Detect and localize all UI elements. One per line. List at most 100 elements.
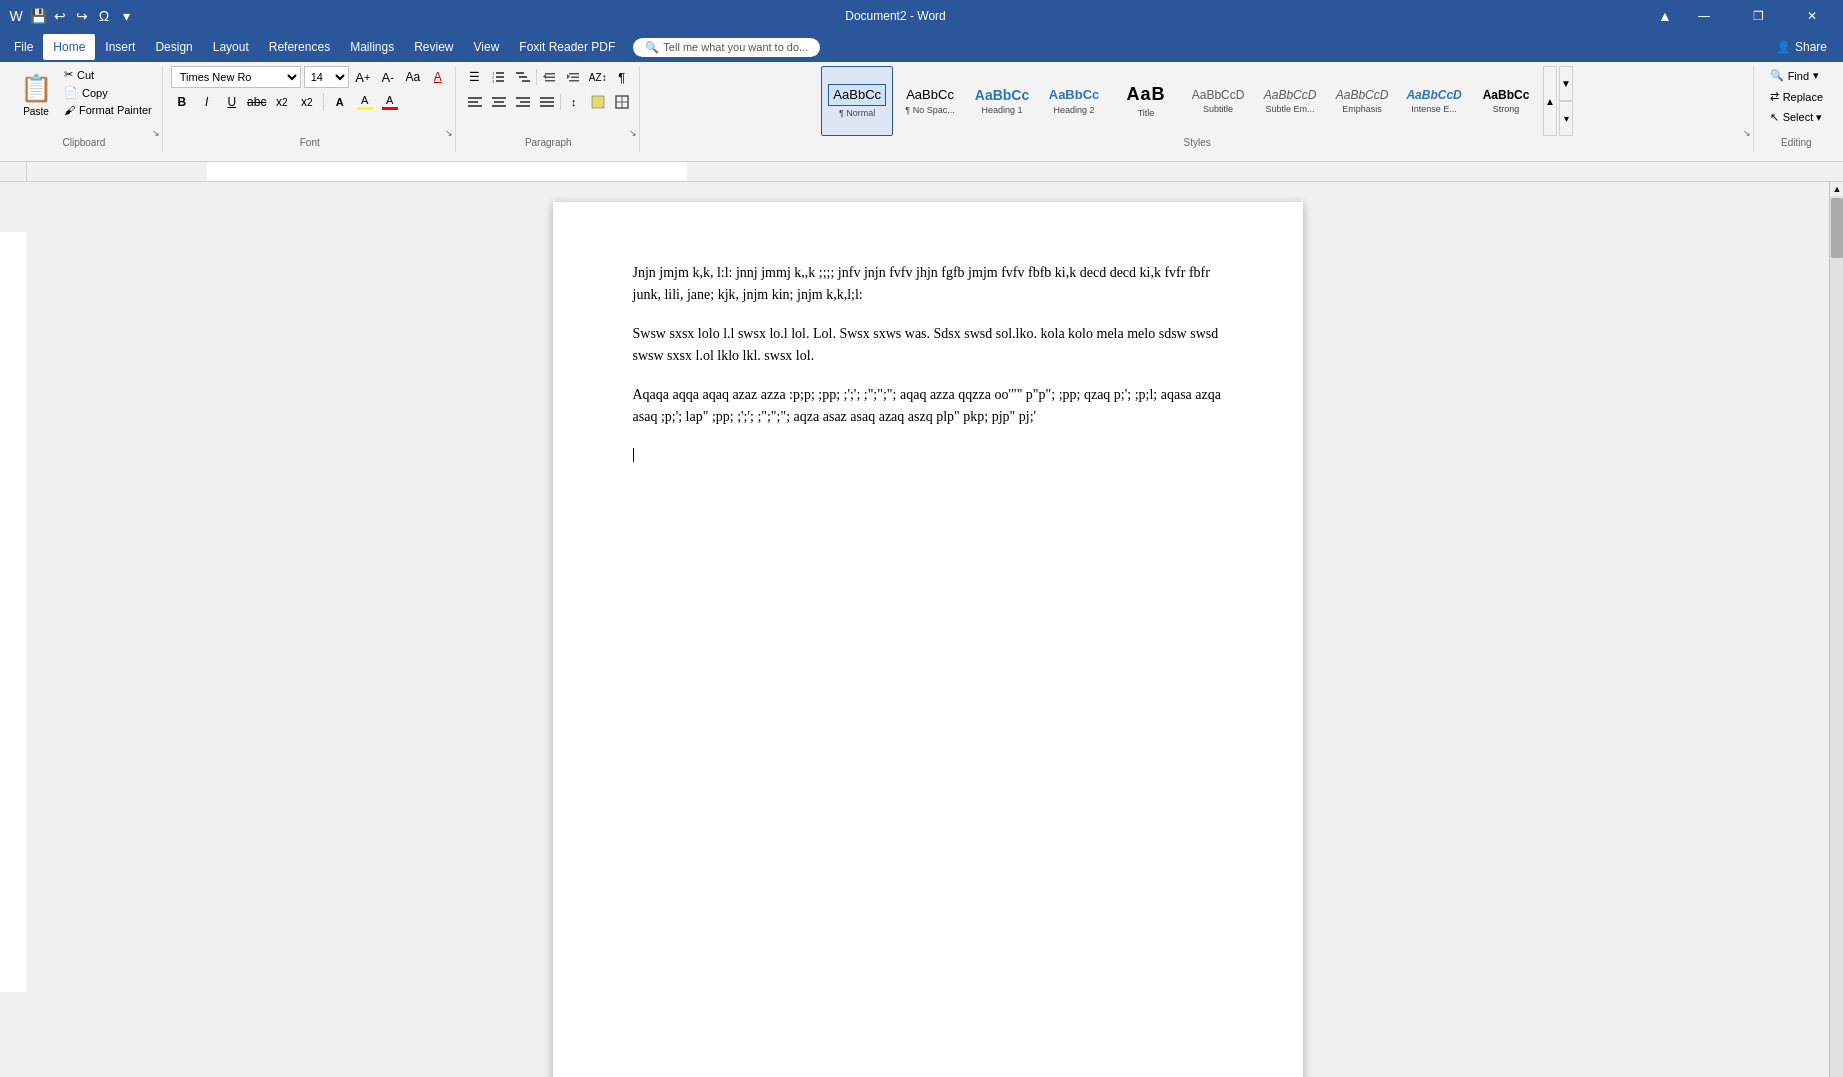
minimize-button[interactable]: —: [1681, 0, 1727, 32]
paste-button[interactable]: 📋 Paste: [12, 66, 60, 121]
share-button[interactable]: 👤 Share: [1764, 36, 1839, 58]
menu-view[interactable]: View: [464, 34, 510, 60]
style-normal[interactable]: AaBbCc ¶ Normal: [821, 66, 893, 136]
style-strong[interactable]: AaBbCc Strong: [1471, 66, 1541, 136]
justify-icon: [540, 95, 554, 109]
menu-insert[interactable]: Insert: [95, 34, 145, 60]
show-hide-button[interactable]: ¶: [611, 66, 633, 88]
repeat-icon[interactable]: Ω: [96, 8, 112, 24]
menu-layout[interactable]: Layout: [203, 34, 259, 60]
subscript-button[interactable]: x2: [271, 91, 293, 113]
increase-indent-button[interactable]: [563, 66, 585, 88]
decrease-indent-button[interactable]: [539, 66, 561, 88]
ribbon: 📋 Paste ✂ Cut 📄 Copy 🖌 Format Painter: [0, 62, 1843, 162]
superscript-button[interactable]: x2: [296, 91, 318, 113]
scroll-thumb[interactable]: [1831, 198, 1843, 258]
font-color-button[interactable]: A: [379, 91, 401, 113]
sort-button[interactable]: AZ↕: [587, 66, 609, 88]
menu-review[interactable]: Review: [404, 34, 463, 60]
style-subtle-em[interactable]: AaBbCcD Subtle Em...: [1255, 66, 1325, 136]
vertical-scrollbar[interactable]: ▲ ▼: [1829, 182, 1843, 1077]
svg-rect-9: [545, 73, 555, 75]
style-heading2-preview: AaBbCc: [1049, 87, 1100, 103]
italic-button[interactable]: I: [196, 91, 218, 113]
font-size-select[interactable]: 14: [304, 66, 349, 88]
clear-formatting-button[interactable]: A: [427, 66, 449, 88]
decrease-indent-icon: [543, 70, 557, 84]
align-left-button[interactable]: [464, 91, 486, 113]
text-effects-button[interactable]: A: [329, 91, 351, 113]
cut-button[interactable]: ✂ Cut: [60, 66, 156, 83]
strikethrough-button[interactable]: abc: [246, 91, 268, 113]
find-icon: 🔍: [1770, 69, 1784, 82]
font-grow-button[interactable]: A+: [352, 66, 374, 88]
font-face-select[interactable]: Times New Ro: [171, 66, 301, 88]
svg-rect-25: [516, 105, 530, 107]
styles-expand-icon[interactable]: ↘: [1743, 128, 1751, 138]
menu-file[interactable]: File: [4, 34, 43, 60]
justify-button[interactable]: [536, 91, 558, 113]
close-button[interactable]: ✕: [1789, 0, 1835, 32]
save-icon[interactable]: 💾: [30, 8, 46, 24]
align-right-button[interactable]: [512, 91, 534, 113]
format-painter-button[interactable]: 🖌 Format Painter: [60, 102, 156, 118]
style-heading2[interactable]: AaBbCc Heading 2: [1039, 66, 1109, 136]
bullets-button[interactable]: ☰: [464, 66, 486, 88]
borders-button[interactable]: [611, 91, 633, 113]
svg-rect-26: [540, 97, 554, 99]
style-no-spacing[interactable]: AaBbCc ¶ No Spac...: [895, 66, 965, 136]
font-shrink-button[interactable]: A-: [377, 66, 399, 88]
style-subtitle[interactable]: AaBbCcD Subtitle: [1183, 66, 1253, 136]
format-painter-icon: 🖌: [64, 104, 75, 116]
vertical-ruler: [0, 182, 26, 1077]
multilevel-list-button[interactable]: [512, 66, 534, 88]
highlight-button[interactable]: A: [354, 91, 376, 113]
shading-button[interactable]: [587, 91, 609, 113]
style-intense-e-preview: AaBbCcD: [1406, 88, 1461, 102]
restore-button[interactable]: ❐: [1735, 0, 1781, 32]
menu-home[interactable]: Home: [43, 34, 95, 60]
select-button[interactable]: ↖ Select ▾: [1762, 108, 1831, 127]
line-spacing-button[interactable]: ↕: [563, 91, 585, 113]
style-heading1[interactable]: AaBbCc Heading 1: [967, 66, 1037, 136]
document-page[interactable]: Jnjn jmjm k,k, l:l: jnnj jmmj k,,k ;;;; …: [553, 202, 1303, 1077]
menu-references[interactable]: References: [259, 34, 340, 60]
find-dropdown-icon: ▾: [1813, 69, 1819, 82]
svg-rect-2: [496, 80, 504, 82]
scroll-up-button[interactable]: ▲: [1830, 182, 1843, 196]
find-button[interactable]: 🔍 Find ▾: [1762, 66, 1831, 85]
cut-icon: ✂: [64, 68, 73, 81]
copy-label: Copy: [82, 87, 108, 99]
paragraph-2: Swsw sxsx lolo l.l swsx lo.l lol. Lol. S…: [633, 323, 1223, 368]
vertical-ruler-svg: [0, 182, 26, 1077]
style-title[interactable]: AaB Title: [1111, 66, 1181, 136]
style-intense-e[interactable]: AaBbCcD Intense E...: [1399, 66, 1469, 136]
style-emphasis[interactable]: AaBbCcD Emphasis: [1327, 66, 1397, 136]
bold-button[interactable]: B: [171, 91, 193, 113]
ruler-area: [0, 162, 1843, 182]
clipboard-expand-icon[interactable]: ↘: [152, 128, 160, 138]
font-expand-icon[interactable]: ↘: [445, 128, 453, 138]
customize-qat-icon[interactable]: ▾: [118, 8, 134, 24]
menu-foxit[interactable]: Foxit Reader PDF: [509, 34, 625, 60]
redo-icon[interactable]: ↪: [74, 8, 90, 24]
svg-marker-16: [567, 74, 570, 79]
change-case-button[interactable]: Aa: [402, 66, 424, 88]
undo-icon[interactable]: ↩: [52, 8, 68, 24]
styles-more[interactable]: ▾: [1559, 101, 1573, 136]
numbering-button[interactable]: 1 2 3: [488, 66, 510, 88]
tell-me-input[interactable]: 🔍 Tell me what you want to do...: [633, 38, 820, 57]
style-title-label: Title: [1138, 108, 1155, 118]
paragraph-expand-icon[interactable]: ↘: [629, 128, 637, 138]
menu-design[interactable]: Design: [145, 34, 202, 60]
copy-button[interactable]: 📄 Copy: [60, 84, 156, 101]
font-controls: Times New Ro 14 A+ A- Aa A B I U abc x2: [171, 66, 449, 113]
styles-scroll-down[interactable]: ▼: [1559, 66, 1573, 101]
menu-mailings[interactable]: Mailings: [340, 34, 404, 60]
align-center-button[interactable]: [488, 91, 510, 113]
replace-button[interactable]: ⇄ Replace: [1762, 87, 1831, 106]
styles-scroll-up[interactable]: ▲: [1543, 66, 1557, 136]
scroll-track[interactable]: [1830, 196, 1843, 1077]
underline-button[interactable]: U: [221, 91, 243, 113]
ribbon-minimize-icon[interactable]: ▲: [1657, 8, 1673, 24]
